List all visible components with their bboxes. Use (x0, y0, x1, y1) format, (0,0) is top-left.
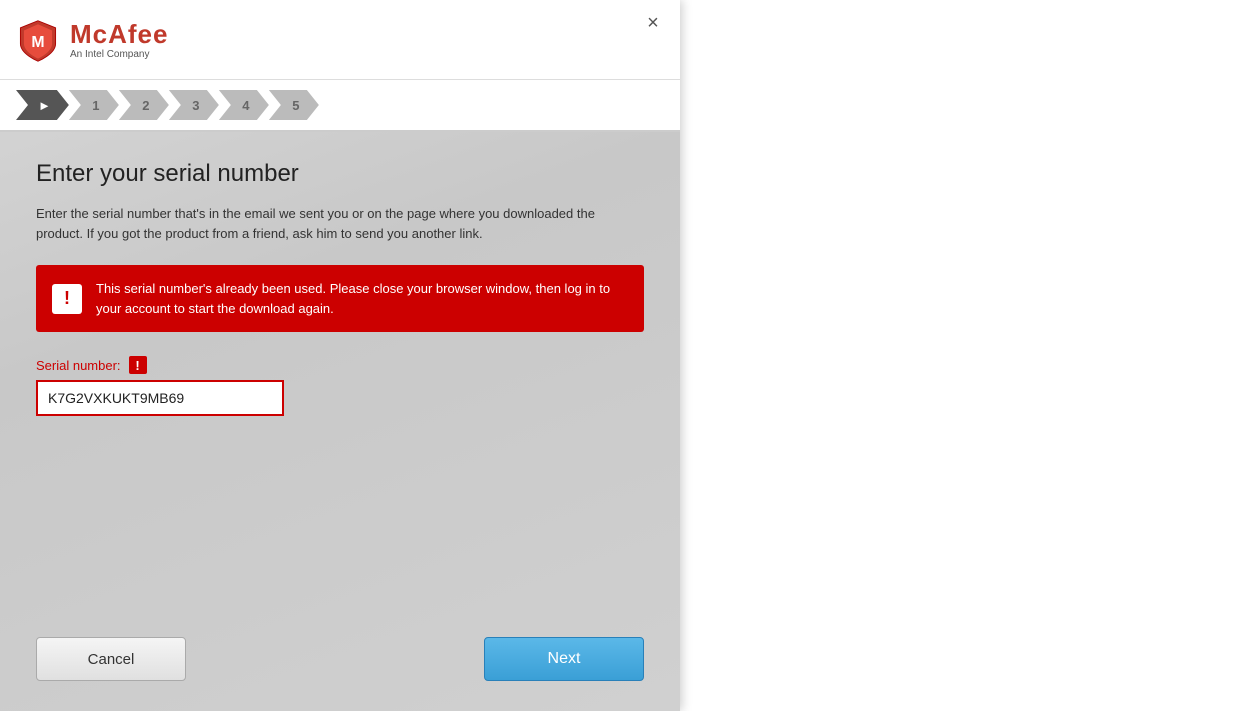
step-1-shape: 1 (69, 90, 119, 120)
content-area: Enter your serial number Enter the seria… (0, 132, 680, 621)
step-3: 3 (169, 90, 219, 120)
mcafee-shield-icon: M (16, 19, 60, 63)
error-icon-box: ! (52, 284, 82, 314)
right-panel (680, 0, 1250, 711)
field-error-icon: ! (129, 356, 147, 374)
step-5: 5 (269, 90, 319, 120)
step-2: 2 (119, 90, 169, 120)
steps-bar: ► 1 2 3 4 5 (0, 80, 680, 132)
error-exclamation-icon: ! (64, 288, 70, 309)
step-5-shape: 5 (269, 90, 319, 120)
step-3-label: 3 (192, 98, 199, 113)
step-2-shape: 2 (119, 90, 169, 120)
step-active: ► (16, 90, 69, 120)
step-4-label: 4 (242, 98, 249, 113)
step-4-shape: 4 (219, 90, 269, 120)
step-active-icon: ► (38, 98, 51, 113)
description-text: Enter the serial number that's in the em… (36, 204, 644, 243)
serial-label: Serial number: (36, 358, 121, 373)
error-banner-text: This serial number's already been used. … (96, 279, 628, 318)
logo-text: McAfee An Intel Company (70, 21, 168, 60)
logo-name: McAfee (70, 21, 168, 47)
footer: Cancel Next (0, 621, 680, 711)
error-banner: ! This serial number's already been used… (36, 265, 644, 332)
serial-number-input[interactable] (36, 380, 284, 416)
step-4: 4 (219, 90, 269, 120)
next-button[interactable]: Next (484, 637, 644, 681)
step-3-shape: 3 (169, 90, 219, 120)
step-1-label: 1 (92, 98, 99, 113)
cancel-button[interactable]: Cancel (36, 637, 186, 681)
serial-field-row: Serial number: ! (36, 356, 644, 374)
step-active-shape: ► (16, 90, 69, 120)
page-title: Enter your serial number (36, 160, 644, 188)
close-button[interactable]: × (642, 12, 664, 34)
svg-text:M: M (31, 34, 44, 51)
dialog-window: M McAfee An Intel Company × ► 1 2 (0, 0, 680, 711)
step-5-label: 5 (292, 98, 299, 113)
header: M McAfee An Intel Company × (0, 0, 680, 80)
logo-area: M McAfee An Intel Company (16, 19, 168, 63)
field-exclamation-icon: ! (135, 358, 139, 373)
logo-sub: An Intel Company (70, 49, 168, 60)
step-2-label: 2 (142, 98, 149, 113)
step-1: 1 (69, 90, 119, 120)
